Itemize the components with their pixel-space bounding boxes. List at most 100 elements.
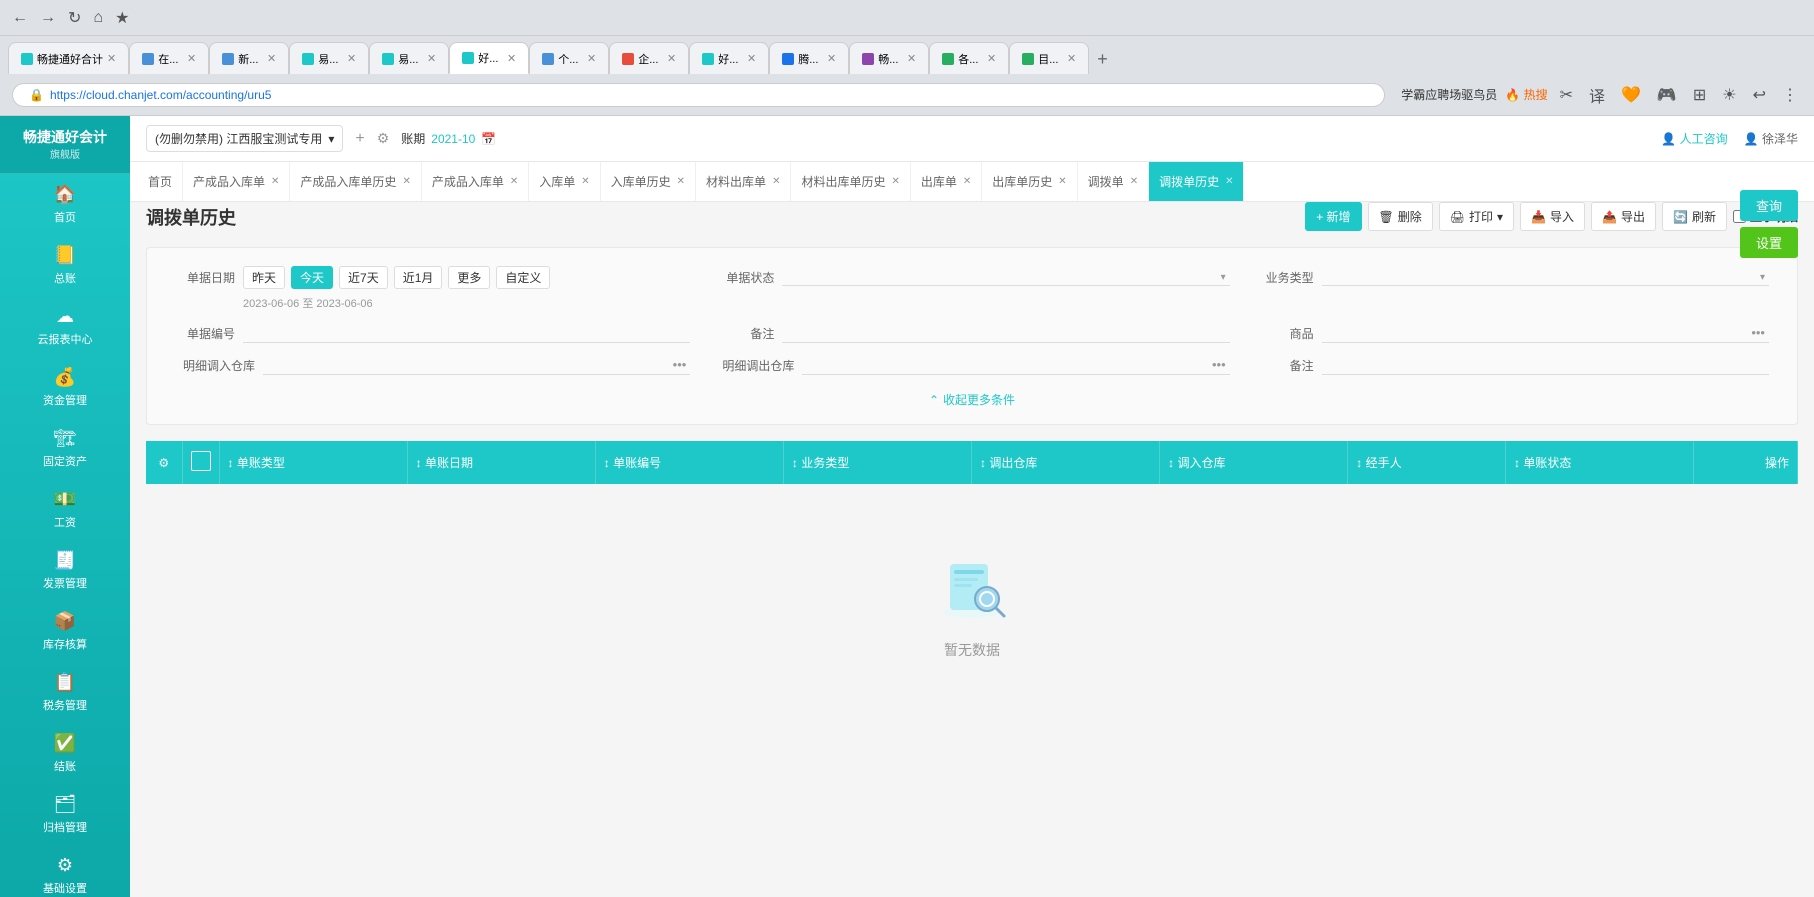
settings-icon-button[interactable]: ⚙	[377, 130, 390, 147]
new-button[interactable]: + 新增	[1305, 202, 1361, 231]
content-tab-1[interactable]: 产成品入库单✕	[183, 162, 290, 202]
period-value[interactable]: 2021-10	[431, 132, 475, 146]
star-button[interactable]: ★	[111, 4, 133, 32]
browser-tab-12[interactable]: 目...✕	[1009, 42, 1089, 74]
sidebar-item-库存核算[interactable]: 📦库存核算	[0, 601, 130, 662]
th-no[interactable]: ↕ 单账编号	[595, 441, 783, 484]
query-button[interactable]: 查询	[1740, 202, 1798, 221]
th-gear[interactable]: ⚙	[146, 441, 182, 484]
content-tab-0[interactable]: 首页	[138, 162, 183, 202]
browser-tab-0[interactable]: 畅捷通好合计✕	[8, 42, 129, 74]
browser-tab-7[interactable]: 企...✕	[609, 42, 689, 74]
date-btn-近7天[interactable]: 近7天	[339, 266, 388, 289]
content-tab-close-1[interactable]: ✕	[271, 176, 279, 187]
sidebar-item-基础设置[interactable]: ⚙基础设置	[0, 845, 130, 897]
content-tab-2[interactable]: 产成品入库单历史✕	[290, 162, 421, 202]
browser-tab-5[interactable]: 好...✕	[449, 42, 529, 74]
translate-button[interactable]: 译	[1585, 79, 1609, 111]
refresh-button[interactable]: 🔄 刷新	[1662, 202, 1727, 231]
content-tab-close-10[interactable]: ✕	[1130, 176, 1138, 187]
date-btn-今天[interactable]: 今天	[291, 266, 333, 289]
undo-button[interactable]: ↩	[1749, 81, 1770, 109]
date-btn-昨天[interactable]: 昨天	[243, 266, 285, 289]
extensions-button[interactable]: ✂	[1556, 81, 1577, 109]
browser-tab-1[interactable]: 在...✕	[129, 42, 209, 74]
th-status[interactable]: ↕ 单账状态	[1506, 441, 1694, 484]
th-type[interactable]: ↕ 单账类型	[219, 441, 407, 484]
content-tab-6[interactable]: 材料出库单✕	[696, 162, 791, 202]
filter-settings-button[interactable]: 设置	[1740, 227, 1798, 258]
goods-select[interactable]: •••	[1322, 323, 1769, 343]
browser-tab-10[interactable]: 畅...✕	[849, 42, 929, 74]
content-tab-11[interactable]: 调拨单历史✕	[1149, 162, 1244, 202]
docno-input[interactable]	[243, 324, 690, 343]
search-bar[interactable]: 学霸应聘场驱鸟员	[1401, 86, 1497, 103]
content-tab-3[interactable]: 产成品入库单✕	[422, 162, 529, 202]
th-date[interactable]: ↕ 单账日期	[407, 441, 595, 484]
back-button[interactable]: ←	[8, 5, 32, 31]
content-tab-close-3[interactable]: ✕	[510, 176, 518, 187]
content-tab-4[interactable]: 入库单✕	[529, 162, 600, 202]
sidebar-item-发票管理[interactable]: 🧾发票管理	[0, 540, 130, 601]
browser-tab-6[interactable]: 个...✕	[529, 42, 609, 74]
sidebar-item-资金管理[interactable]: 💰资金管理	[0, 357, 130, 418]
th-check[interactable]	[182, 441, 219, 484]
reload-button[interactable]: ↻	[64, 4, 85, 32]
content-tab-close-11[interactable]: ✕	[1225, 176, 1233, 187]
sidebar-item-总账[interactable]: 📒总账	[0, 235, 130, 296]
header-checkbox[interactable]	[191, 451, 211, 471]
sidebar-item-首页[interactable]: 🏠首页	[0, 174, 130, 235]
biz-select[interactable]: ▾	[1322, 270, 1769, 286]
content-tab-close-2[interactable]: ✕	[402, 176, 410, 187]
content-tab-9[interactable]: 出库单历史✕	[982, 162, 1077, 202]
status-select[interactable]: ▾	[782, 270, 1229, 286]
games-button[interactable]: 🎮	[1653, 81, 1681, 109]
th-biz[interactable]: ↕ 业务类型	[783, 441, 971, 484]
date-btn-近1月[interactable]: 近1月	[394, 266, 443, 289]
outwarehouse-select[interactable]: •••	[802, 355, 1229, 375]
content-tab-close-6[interactable]: ✕	[772, 176, 780, 187]
browser-tab-3[interactable]: 易...✕	[289, 42, 369, 74]
content-tab-close-7[interactable]: ✕	[891, 176, 899, 187]
content-tab-5[interactable]: 入库单历史✕	[601, 162, 696, 202]
browser-tab-4[interactable]: 易...✕	[369, 42, 449, 74]
user-avatar[interactable]: 👤 徐泽华	[1744, 130, 1798, 147]
new-tab-button[interactable]: +	[1089, 49, 1116, 70]
content-tab-8[interactable]: 出库单✕	[911, 162, 982, 202]
content-tab-7[interactable]: 材料出库单历史✕	[791, 162, 910, 202]
browser-tab-2[interactable]: 新...✕	[209, 42, 289, 74]
date-btn-更多[interactable]: 更多	[448, 266, 490, 289]
browser-tab-8[interactable]: 好...✕	[689, 42, 769, 74]
content-tab-10[interactable]: 调拨单✕	[1078, 162, 1149, 202]
sidebar-item-归档管理[interactable]: 🗂归档管理	[0, 784, 130, 845]
import-button[interactable]: 📥 导入	[1520, 202, 1585, 231]
inwarehouse-select[interactable]: •••	[263, 355, 690, 375]
add-company-button[interactable]: +	[355, 130, 364, 148]
th-handler[interactable]: ↕ 经手人	[1348, 441, 1506, 484]
sidebar-item-税务管理[interactable]: 📋税务管理	[0, 662, 130, 723]
collapse-button[interactable]: ⌃ 收起更多条件	[925, 387, 1019, 412]
date-btn-自定义[interactable]: 自定义	[496, 266, 550, 289]
print-button[interactable]: 🖨 打印 ▾	[1439, 202, 1514, 231]
sidebar-item-云报表中心[interactable]: ☁云报表中心	[0, 296, 130, 357]
address-input[interactable]: 🔒 https://cloud.chanjet.com/accounting/u…	[12, 83, 1385, 107]
menu-button[interactable]: ⋮	[1778, 81, 1802, 109]
content-tab-close-9[interactable]: ✕	[1058, 176, 1066, 187]
theme-button[interactable]: ☀	[1718, 81, 1740, 109]
th-in-warehouse[interactable]: ↕ 调入仓库	[1160, 441, 1348, 484]
service-label[interactable]: 👤 人工咨询	[1661, 130, 1727, 147]
home-button[interactable]: ⌂	[89, 5, 107, 31]
sidebar-item-固定资产[interactable]: 🏗固定资产	[0, 418, 130, 479]
content-tab-close-8[interactable]: ✕	[963, 176, 971, 187]
delete-button[interactable]: 🗑 删除	[1368, 202, 1433, 231]
remark2-input[interactable]	[1322, 356, 1769, 375]
content-tab-close-4[interactable]: ✕	[581, 176, 589, 187]
company-selector[interactable]: (勿删勿禁用) 江西服宝测试专用 ▾	[146, 125, 343, 152]
browser-tab-9[interactable]: 腾...✕	[769, 42, 849, 74]
grid-button[interactable]: ⊞	[1689, 81, 1710, 109]
export-button[interactable]: 📤 导出	[1591, 202, 1656, 231]
remark-input[interactable]	[782, 324, 1229, 343]
wallet-button[interactable]: 🧡	[1617, 81, 1645, 109]
sidebar-item-工资[interactable]: 💵工资	[0, 479, 130, 540]
content-tab-close-5[interactable]: ✕	[677, 176, 685, 187]
